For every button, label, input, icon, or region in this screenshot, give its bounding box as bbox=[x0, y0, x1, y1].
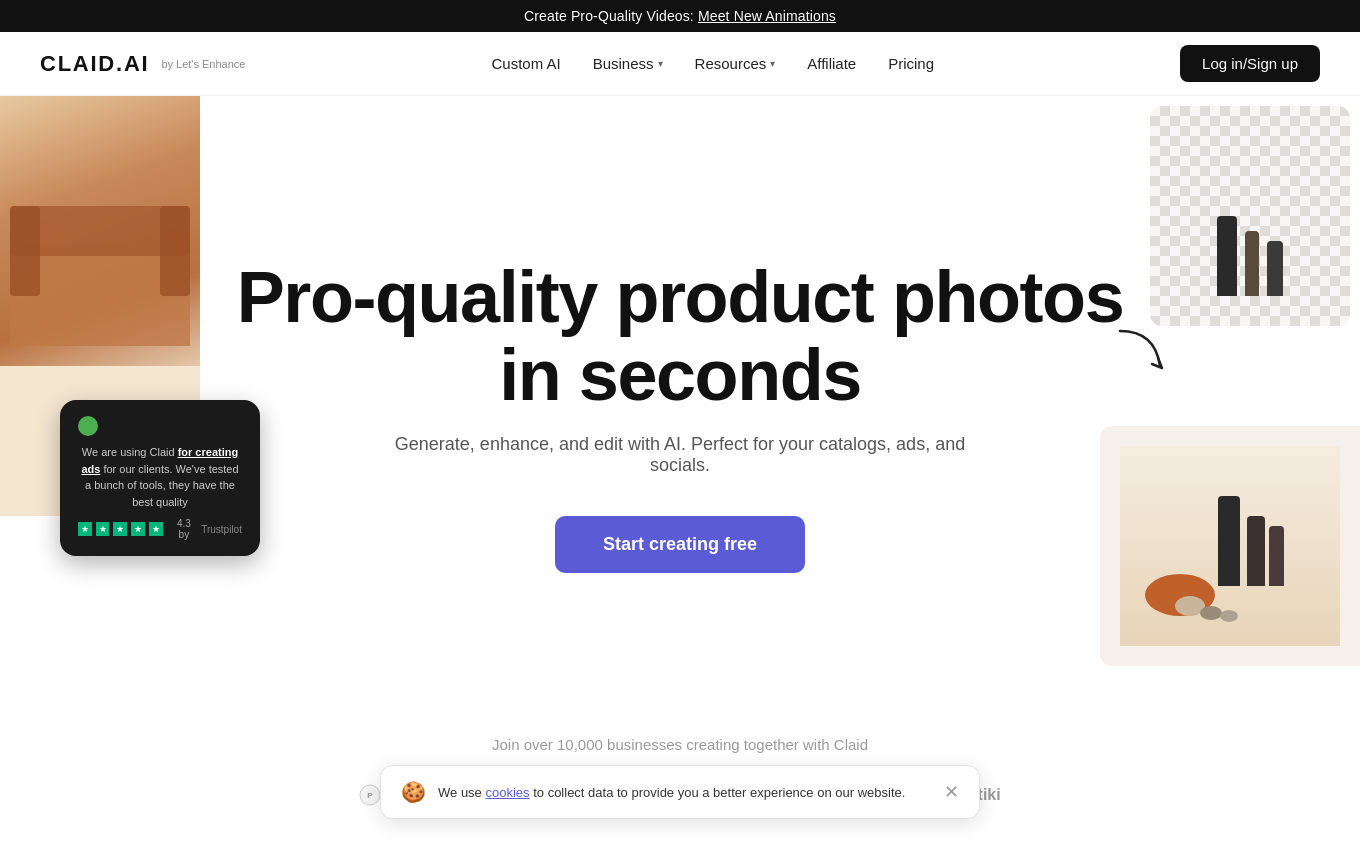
hero-subtext: Generate, enhance, and edit with AI. Per… bbox=[380, 434, 980, 476]
hero-right-bottom-card bbox=[1100, 426, 1360, 666]
printify-icon: P bbox=[359, 784, 381, 806]
bottle-2 bbox=[1245, 231, 1259, 296]
navbar: CLAID.AI by Let's Enhance Custom AI Busi… bbox=[0, 32, 1360, 96]
product-scene bbox=[1100, 426, 1360, 666]
cookie-close-button[interactable]: ✕ bbox=[944, 781, 959, 803]
product-bottle-3 bbox=[1269, 526, 1284, 586]
logo-by: by Let's Enhance bbox=[161, 58, 245, 70]
top-banner: Create Pro-Quality Videos: Meet New Anim… bbox=[0, 0, 1360, 32]
nav-link-affiliate[interactable]: Affiliate bbox=[807, 55, 856, 72]
nav-item-resources[interactable]: Resources ▾ bbox=[695, 55, 776, 72]
trustpilot-card: We are using Claid for creating ads for … bbox=[60, 400, 260, 556]
product-bottle-2 bbox=[1247, 516, 1265, 586]
nav-links: Custom AI Business ▾ Resources ▾ Affilia… bbox=[491, 55, 934, 72]
trustpilot-stars: ★ ★ ★ ★ ★ 4.3 by Trustpilot bbox=[78, 518, 242, 540]
nav-link-custom-ai[interactable]: Custom AI bbox=[491, 55, 560, 72]
star-icon: ★ bbox=[113, 522, 127, 536]
login-signup-button[interactable]: Log in/Sign up bbox=[1180, 45, 1320, 82]
trustpilot-logo: Trustpilot bbox=[201, 524, 242, 535]
hero-right-top-card bbox=[1150, 106, 1350, 326]
logo[interactable]: CLAID.AI by Let's Enhance bbox=[40, 51, 245, 77]
nav-link-pricing[interactable]: Pricing bbox=[888, 55, 934, 72]
bottle-3 bbox=[1267, 241, 1283, 296]
cookie-link[interactable]: cookies bbox=[485, 785, 529, 800]
trustpilot-rating: 4.3 by bbox=[171, 518, 198, 540]
cookie-banner: 🍪 We use cookies to collect data to prov… bbox=[380, 765, 980, 819]
logo-text: CLAID.AI bbox=[40, 51, 149, 77]
chevron-down-icon: ▾ bbox=[770, 58, 775, 69]
cookie-icon: 🍪 bbox=[401, 780, 426, 804]
star-icon: ★ bbox=[131, 522, 145, 536]
product-bottle-1 bbox=[1218, 496, 1240, 586]
hero-section: We are using Claid for creating ads for … bbox=[0, 96, 1360, 716]
nav-item-business[interactable]: Business ▾ bbox=[593, 55, 663, 72]
star-icon: ★ bbox=[149, 522, 163, 536]
nav-item-pricing[interactable]: Pricing bbox=[888, 55, 934, 72]
svg-text:P: P bbox=[368, 791, 374, 800]
star-icon: ★ bbox=[78, 522, 92, 536]
start-creating-button[interactable]: Start creating free bbox=[555, 516, 805, 573]
hero-headline: Pro-quality product photos in seconds bbox=[237, 259, 1124, 415]
cookie-text: We use cookies to collect data to provid… bbox=[438, 785, 905, 800]
nav-item-custom-ai[interactable]: Custom AI bbox=[491, 55, 560, 72]
bottle-1 bbox=[1217, 216, 1237, 296]
banner-text-prefix: Create Pro-Quality Videos: bbox=[524, 8, 694, 24]
bottles-group bbox=[1217, 216, 1283, 296]
star-icon: ★ bbox=[96, 522, 110, 536]
trustpilot-text: We are using Claid for creating ads for … bbox=[78, 444, 242, 510]
trustpilot-avatar bbox=[78, 416, 98, 436]
nav-link-business[interactable]: Business ▾ bbox=[593, 55, 663, 72]
nav-item-affiliate[interactable]: Affiliate bbox=[807, 55, 856, 72]
chevron-down-icon: ▾ bbox=[658, 58, 663, 69]
nav-link-resources[interactable]: Resources ▾ bbox=[695, 55, 776, 72]
banner-link[interactable]: Meet New Animations bbox=[698, 8, 836, 24]
social-proof-text: Join over 10,000 businesses creating tog… bbox=[0, 716, 1360, 763]
